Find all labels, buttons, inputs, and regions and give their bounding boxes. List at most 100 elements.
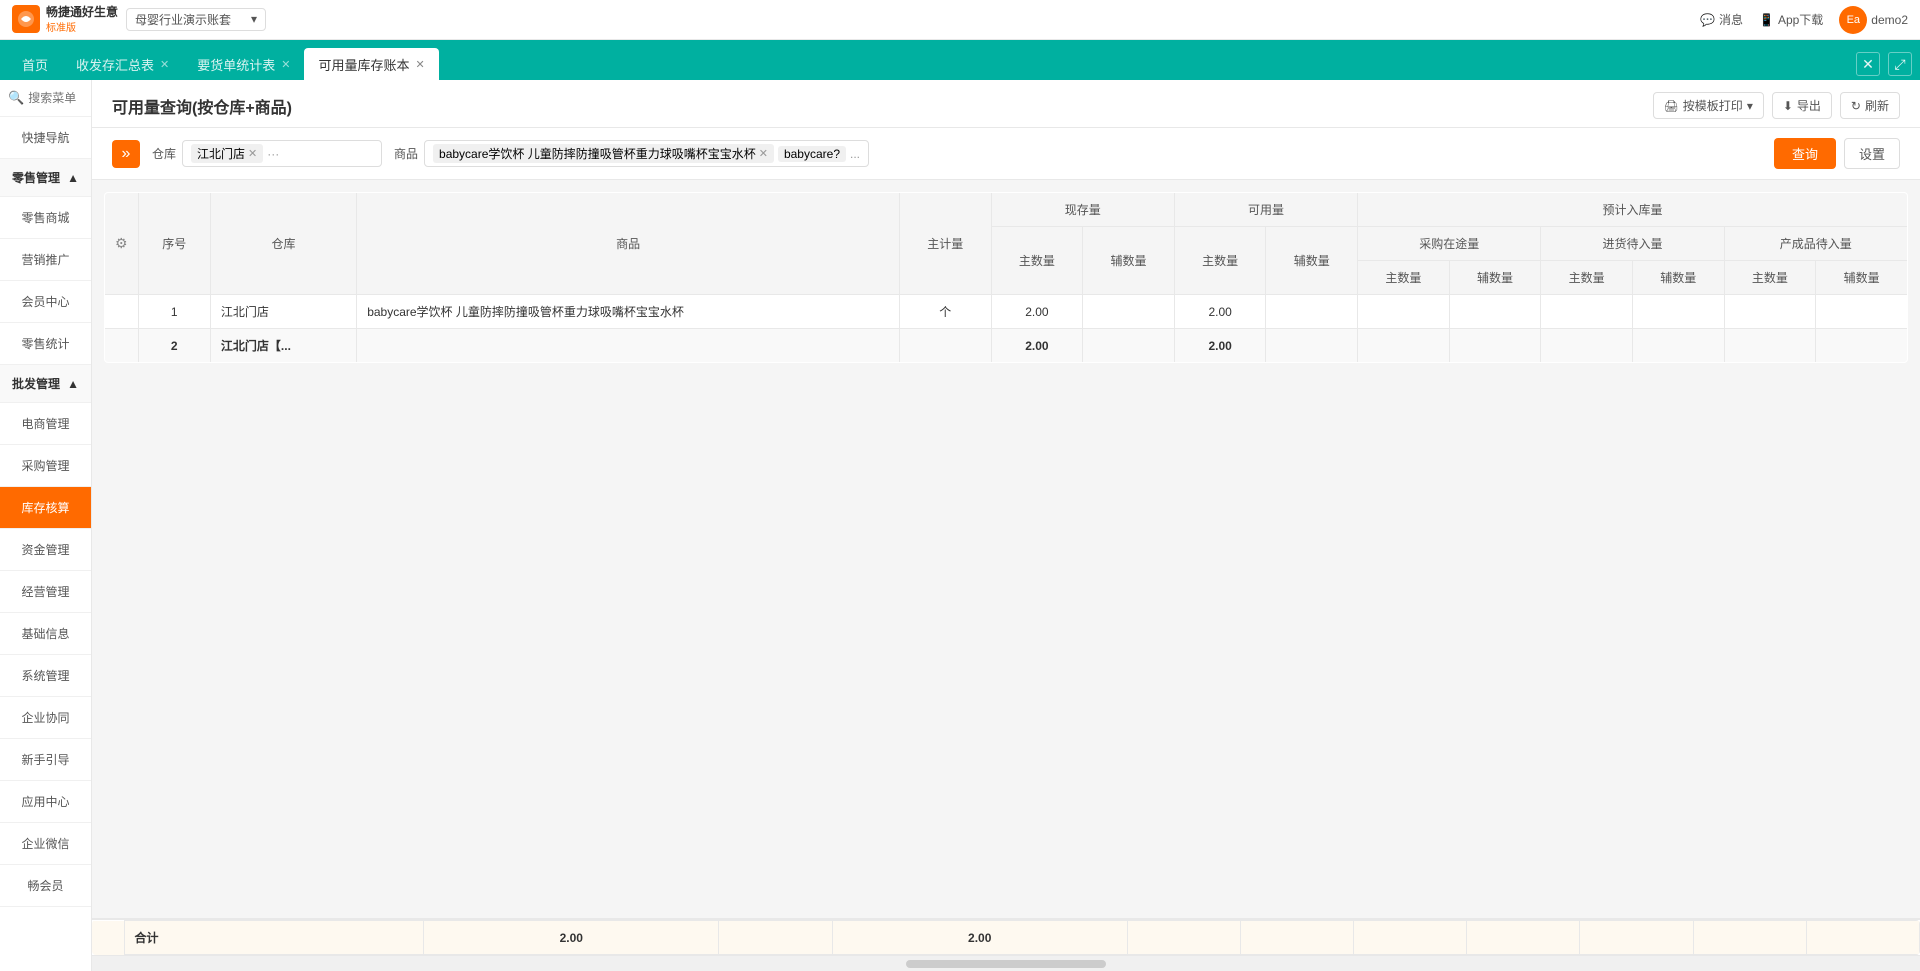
wholesale-mgmt-arrow: ▲ — [67, 377, 79, 391]
warehouse-tag-close[interactable]: ✕ — [248, 147, 257, 160]
quick-nav-label: 快捷导航 — [21, 129, 69, 146]
retail-stats-label: 零售统计 — [21, 335, 69, 352]
th-settings[interactable]: ⚙ — [105, 193, 139, 295]
search-icon: 🔍 — [8, 90, 24, 106]
th-product-pending-group: 产成品待入量 — [1724, 227, 1907, 261]
tab-home[interactable]: 首页 — [8, 48, 62, 80]
member-center-label: 会员中心 — [21, 293, 69, 310]
print-icon: 🖨 — [1664, 99, 1679, 113]
refresh-btn[interactable]: ↻ 刷新 — [1840, 92, 1900, 119]
industry-selector[interactable]: 母婴行业演示账套 ▾ — [126, 8, 266, 31]
product-ellipsis[interactable]: ... — [850, 147, 860, 161]
sidebar-item-enterprise-collab[interactable]: 企业协同 — [0, 697, 91, 739]
product-tag-babycare2: babycare? — [778, 146, 846, 162]
table-row-1: 1 江北门店 babycare学饮杯 儿童防摔防撞吸管杯重力球吸嘴杯宝宝水杯 个… — [105, 295, 1908, 329]
footer-available-main-qty: 2.00 — [832, 921, 1127, 955]
th-purchase-on-way-aux: 辅数量 — [1449, 261, 1541, 295]
sidebar-item-operation-mgmt[interactable]: 经营管理 — [0, 571, 91, 613]
enterprise-collab-label: 企业协同 — [21, 709, 69, 726]
chevron-down-icon: ▾ — [1747, 99, 1753, 113]
row1-settings — [105, 295, 139, 329]
search-input[interactable] — [28, 91, 92, 105]
refresh-icon: ↻ — [1851, 99, 1861, 113]
sidebar-item-enterprise-wechat[interactable]: 企业微信 — [0, 823, 91, 865]
filter-expand-btn[interactable]: » — [112, 140, 140, 168]
product-filter-group: 商品 babycare学饮杯 儿童防摔防撞吸管杯重力球吸嘴杯宝宝水杯 ✕ bab… — [394, 140, 869, 167]
footer-purchase-on-way-main — [1240, 921, 1353, 955]
th-main-unit: 主计量 — [899, 193, 991, 295]
tab-close-all-btn[interactable]: ✕ — [1856, 52, 1880, 76]
wholesale-mgmt-label: 批发管理 — [12, 375, 60, 392]
sidebar-item-system-mgmt[interactable]: 系统管理 — [0, 655, 91, 697]
sidebar-item-quick-nav[interactable]: 快捷导航 — [0, 117, 91, 159]
warehouse-ellipsis[interactable]: ··· — [267, 147, 279, 161]
scroll-bar-area[interactable] — [92, 955, 1920, 971]
refresh-label: 刷新 — [1865, 97, 1889, 114]
sidebar-item-purchase-mgmt[interactable]: 采购管理 — [0, 445, 91, 487]
product-filter-input[interactable]: babycare学饮杯 儿童防摔防撞吸管杯重力球吸嘴杯宝宝水杯 ✕ babyca… — [424, 140, 869, 167]
main-layout: 🔍 快捷导航 零售管理 ▲ 零售商城 营销推广 会员中心 零售统计 批发管理 ▲… — [0, 80, 1920, 971]
table-footer-wrapper: 合计 2.00 2.00 — [92, 918, 1920, 955]
group-current-main-qty: 2.00 — [991, 329, 1083, 363]
page-actions: 🖨 按模板打印 ▾ ⬇ 导出 ↻ 刷新 — [1653, 92, 1900, 119]
tab-bar: 首页 收发存汇总表 ✕ 要货单统计表 ✕ 可用量库存账本 ✕ ✕ ⤢ — [0, 40, 1920, 80]
row1-purchase-on-way-aux — [1449, 295, 1541, 329]
footer-current-aux-qty — [719, 921, 832, 955]
logo: 畅捷通好生意 标准版 — [12, 5, 118, 34]
export-btn[interactable]: ⬇ 导出 — [1772, 92, 1832, 119]
tab-available-stock-close[interactable]: ✕ — [416, 58, 425, 71]
sidebar-item-wholesale-mgmt[interactable]: 批发管理 ▲ — [0, 365, 91, 403]
sidebar-search[interactable]: 🔍 — [0, 80, 91, 117]
avatar-initials: Ea — [1847, 14, 1860, 26]
query-btn[interactable]: 查询 — [1774, 138, 1836, 169]
member-label: 畅会员 — [27, 877, 63, 894]
app-download-action[interactable]: 📱 App下载 — [1759, 11, 1823, 28]
sidebar: 🔍 快捷导航 零售管理 ▲ 零售商城 营销推广 会员中心 零售统计 批发管理 ▲… — [0, 80, 92, 971]
sidebar-item-retail-mall[interactable]: 零售商城 — [0, 197, 91, 239]
message-action[interactable]: 💬 消息 — [1700, 11, 1743, 28]
footer-label: 合计 — [124, 921, 424, 955]
group-inbound-pending-aux — [1632, 329, 1724, 363]
sidebar-item-inventory-check[interactable]: 库存核算 — [0, 487, 91, 529]
tab-expand-btn[interactable]: ⤢ — [1888, 52, 1912, 76]
sidebar-item-basic-info[interactable]: 基础信息 — [0, 613, 91, 655]
new-guide-label: 新手引导 — [21, 751, 69, 768]
th-current-main-qty: 主数量 — [991, 227, 1083, 295]
product-tag-close[interactable]: ✕ — [759, 147, 768, 160]
sidebar-item-new-guide[interactable]: 新手引导 — [0, 739, 91, 781]
chevron-down-icon: ▾ — [251, 12, 257, 26]
logo-icon — [12, 5, 40, 33]
warehouse-tag-jiangbei: 江北门店 ✕ — [191, 144, 263, 163]
basic-info-label: 基础信息 — [21, 625, 69, 642]
page-header: 可用量查询(按仓库+商品) 🖨 按模板打印 ▾ ⬇ 导出 ↻ 刷新 — [92, 80, 1920, 128]
setting-btn[interactable]: 设置 — [1844, 138, 1900, 169]
footer-purchase-on-way-aux — [1354, 921, 1467, 955]
tab-receive-summary-label: 收发存汇总表 — [76, 55, 154, 74]
tab-order-stats-close[interactable]: ✕ — [281, 58, 290, 71]
sidebar-item-member-center[interactable]: 会员中心 — [0, 281, 91, 323]
sidebar-item-retail-stats[interactable]: 零售统计 — [0, 323, 91, 365]
group-purchase-on-way-main — [1358, 329, 1450, 363]
sidebar-item-ecommerce-mgmt[interactable]: 电商管理 — [0, 403, 91, 445]
tab-available-stock[interactable]: 可用量库存账本 ✕ — [304, 48, 438, 80]
tab-order-stats-label: 要货单统计表 — [197, 55, 275, 74]
user-action[interactable]: Ea demo2 — [1839, 6, 1908, 34]
sidebar-item-finance-mgmt[interactable]: 资金管理 — [0, 529, 91, 571]
top-bar-right: 💬 消息 📱 App下载 Ea demo2 — [1700, 6, 1908, 34]
sidebar-item-member[interactable]: 畅会员 — [0, 865, 91, 907]
sidebar-item-retail-mgmt[interactable]: 零售管理 ▲ — [0, 159, 91, 197]
tab-receive-summary-close[interactable]: ✕ — [160, 58, 169, 71]
warehouse-filter-input[interactable]: 江北门店 ✕ ··· — [182, 140, 382, 167]
tab-home-label: 首页 — [22, 55, 48, 74]
sidebar-item-app-center[interactable]: 应用中心 — [0, 781, 91, 823]
app-icon: 📱 — [1759, 13, 1774, 27]
sidebar-item-marketing[interactable]: 营销推广 — [0, 239, 91, 281]
gear-icon[interactable]: ⚙ — [115, 235, 128, 251]
product-tag-babycare: babycare学饮杯 儿童防摔防撞吸管杯重力球吸嘴杯宝宝水杯 ✕ — [433, 144, 774, 163]
tab-receive-summary[interactable]: 收发存汇总表 ✕ — [62, 48, 183, 80]
horizontal-scrollbar-thumb[interactable] — [906, 960, 1106, 968]
avatar: Ea — [1839, 6, 1867, 34]
row1-current-aux-qty — [1083, 295, 1175, 329]
tab-order-stats[interactable]: 要货单统计表 ✕ — [183, 48, 304, 80]
template-print-btn[interactable]: 🖨 按模板打印 ▾ — [1653, 92, 1764, 119]
